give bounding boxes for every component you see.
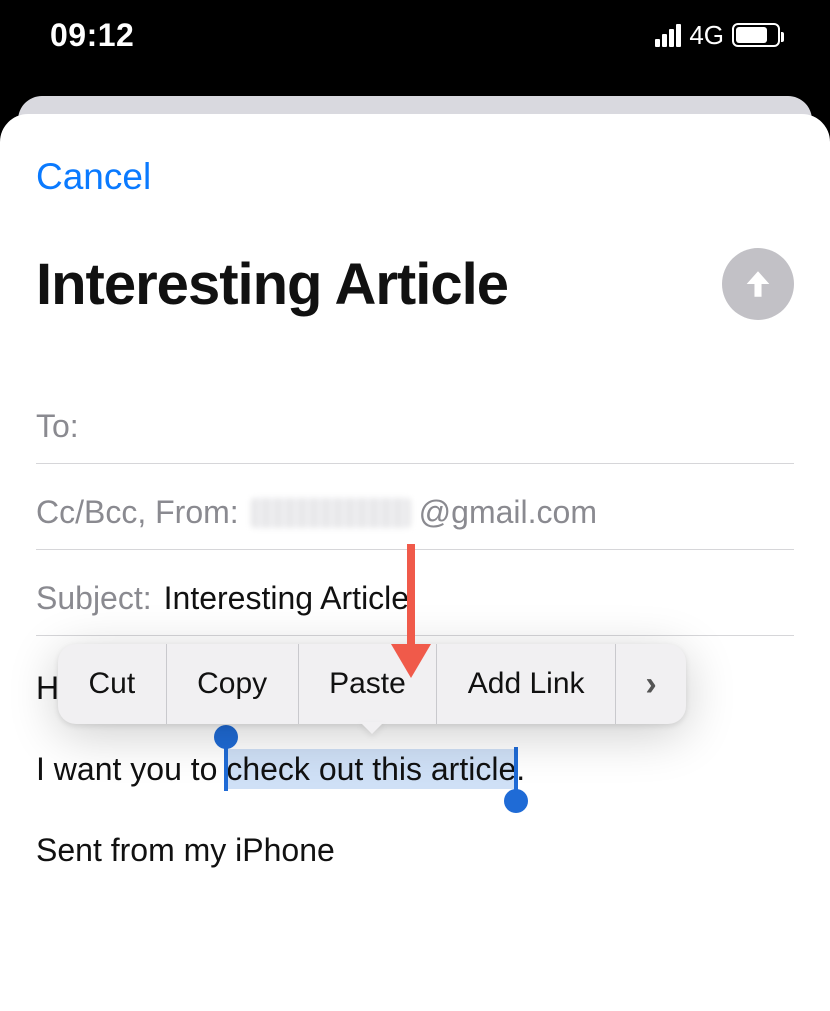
battery-icon — [732, 23, 780, 47]
from-email-tail: @gmail.com — [419, 494, 597, 531]
arrow-up-icon — [741, 267, 775, 301]
ccbcc-from-label: Cc/Bcc, From: — [36, 494, 239, 531]
subject-label: Subject: — [36, 580, 152, 617]
menu-cut[interactable]: Cut — [58, 644, 167, 724]
to-label: To: — [36, 408, 79, 445]
chevron-right-icon: › — [645, 665, 656, 704]
annotation-arrow-head-icon — [391, 644, 431, 678]
from-email-redacted — [251, 498, 411, 528]
network-label: 4G — [689, 20, 724, 51]
text-context-menu: Cut Copy Paste Add Link › — [58, 644, 686, 724]
selection-caret-start[interactable] — [224, 747, 228, 791]
ccbcc-from-field[interactable]: Cc/Bcc, From: @gmail.com — [36, 464, 794, 550]
cancel-button[interactable]: Cancel — [36, 114, 794, 198]
selection-handle-start[interactable] — [214, 725, 238, 749]
annotation-arrow — [390, 544, 432, 754]
selection-handle-end[interactable] — [504, 789, 528, 813]
body-line-2-prefix: I want you to — [36, 751, 226, 787]
battery-fill — [736, 27, 767, 43]
cellular-signal-icon — [655, 24, 681, 47]
selected-text[interactable]: check out this article — [226, 749, 516, 789]
menu-copy[interactable]: Copy — [167, 644, 299, 724]
compose-sheet: Cancel Interesting Article To: Cc/Bcc, F… — [0, 114, 830, 1011]
signature-line: Sent from my iPhone — [36, 828, 794, 873]
status-bar: 09:12 4G — [0, 0, 830, 70]
status-time: 09:12 — [50, 17, 134, 54]
menu-more[interactable]: › — [616, 644, 686, 724]
compose-title: Interesting Article — [36, 251, 508, 318]
subject-value: Interesting Article — [164, 580, 409, 617]
send-button[interactable] — [722, 248, 794, 320]
status-indicators: 4G — [655, 20, 780, 51]
selection-caret-end[interactable] — [514, 747, 518, 791]
annotation-arrow-stem — [407, 544, 415, 644]
menu-add-link[interactable]: Add Link — [437, 644, 616, 724]
to-field[interactable]: To: — [36, 378, 794, 464]
